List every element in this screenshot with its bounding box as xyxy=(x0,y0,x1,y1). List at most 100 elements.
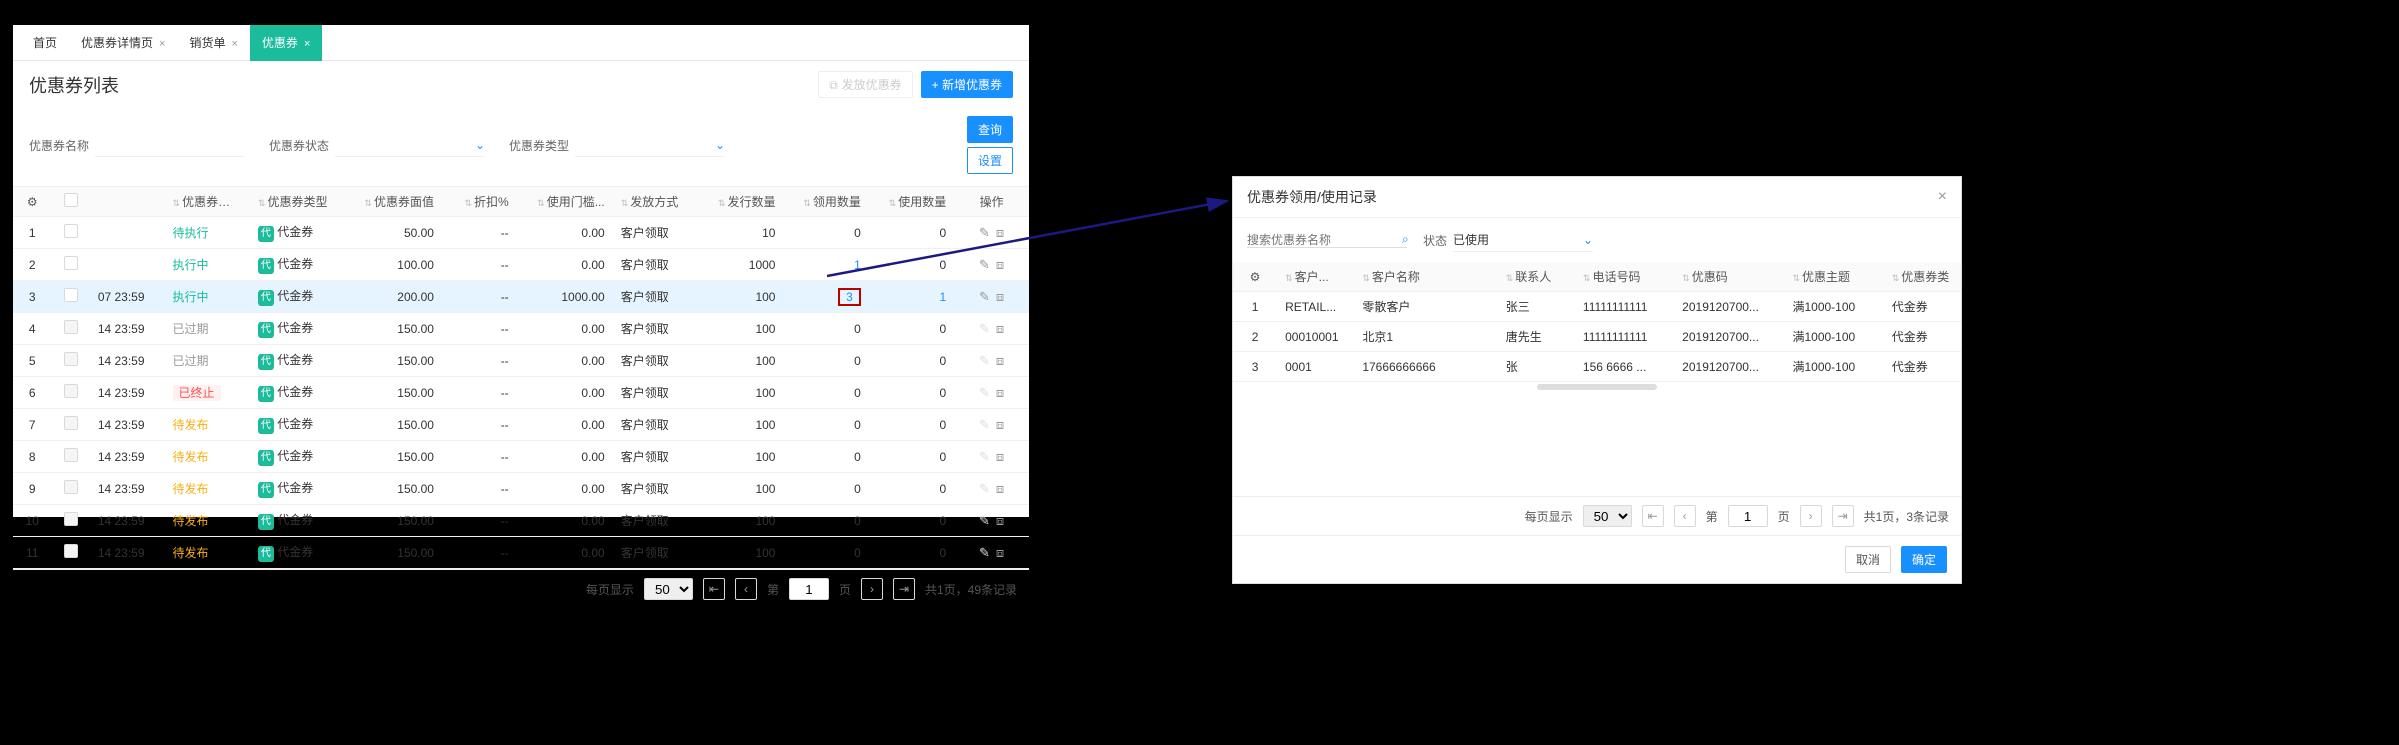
table-row[interactable]: 514 23:59已过期代 代金券150.00--0.00客户领取10000✎⧈ xyxy=(13,345,1029,377)
claim-qty-link[interactable]: 1 xyxy=(854,258,861,272)
col-type[interactable]: ⇅优惠券类型 xyxy=(250,187,346,217)
modal-search-input[interactable] xyxy=(1247,233,1402,247)
col-contact[interactable]: ⇅联系人 xyxy=(1498,262,1575,292)
table-row[interactable]: 614 23:59已终止代 代金券150.00--0.00客户领取10000✎⧈ xyxy=(13,377,1029,409)
col-cust-name[interactable]: ⇅客户名称 xyxy=(1354,262,1497,292)
col-threshold[interactable]: ⇅使用门槛... xyxy=(517,187,613,217)
last-page-button[interactable]: ⇥ xyxy=(1832,505,1854,527)
settings-button[interactable]: 设置 xyxy=(967,147,1013,174)
qrcode-icon[interactable]: ⧈ xyxy=(996,353,1004,368)
table-row[interactable]: 1014 23:59待发布代 代金券150.00--0.00客户领取10000✎… xyxy=(13,505,1029,537)
qrcode-icon[interactable]: ⧈ xyxy=(996,257,1004,272)
qrcode-icon[interactable]: ⧈ xyxy=(996,513,1004,528)
col-code[interactable]: ⇅优惠码 xyxy=(1674,262,1784,292)
add-coupon-button[interactable]: + 新增优惠券 xyxy=(921,71,1013,98)
table-row[interactable]: 2执行中代 代金券100.00--0.00客户领取100010✎⧈ xyxy=(13,249,1029,281)
col-phone[interactable]: ⇅电话号码 xyxy=(1575,262,1674,292)
search-icon[interactable]: ⌕ xyxy=(1402,232,1409,247)
close-icon[interactable]: × xyxy=(159,38,165,50)
qrcode-icon[interactable]: ⧈ xyxy=(996,481,1004,496)
col-status[interactable]: ⇅优惠券状态 xyxy=(165,187,250,217)
close-icon[interactable]: × xyxy=(304,38,310,50)
claim-qty-link[interactable]: 3 xyxy=(838,288,861,306)
tab-coupon-detail[interactable]: 优惠券详情页× xyxy=(69,25,177,61)
qrcode-icon[interactable]: ⧈ xyxy=(996,449,1004,464)
table-row[interactable]: 307 23:59执行中代 代金券200.00--1000.00客户领取1003… xyxy=(13,281,1029,313)
threshold-cell: 0.00 xyxy=(517,505,613,537)
row-checkbox-cell[interactable] xyxy=(51,473,89,505)
col-issue-qty[interactable]: ⇅发行数量 xyxy=(698,187,783,217)
row-checkbox-cell[interactable] xyxy=(51,345,89,377)
table-row[interactable]: 714 23:59待发布代 代金券150.00--0.00客户领取10000✎⧈ xyxy=(13,409,1029,441)
row-checkbox-cell[interactable] xyxy=(51,281,89,313)
col-method[interactable]: ⇅发放方式 xyxy=(613,187,698,217)
per-page-select[interactable]: 50 xyxy=(644,578,693,600)
tab-sales-order[interactable]: 销货单× xyxy=(177,25,249,61)
col-face-value[interactable]: ⇅优惠券面值 xyxy=(346,187,442,217)
coupon-type-select[interactable]: ⌄ xyxy=(575,133,725,157)
col-claim-qty[interactable]: ⇅领用数量 xyxy=(783,187,868,217)
use-qty-link[interactable]: 1 xyxy=(940,290,947,304)
prev-page-button[interactable]: ‹ xyxy=(735,578,757,600)
row-checkbox-cell[interactable] xyxy=(51,409,89,441)
gear-column-header[interactable]: ⚙ xyxy=(13,187,51,217)
qrcode-icon[interactable]: ⧈ xyxy=(996,545,1004,560)
table-row[interactable]: 814 23:59待发布代 代金券150.00--0.00客户领取10000✎⧈ xyxy=(13,441,1029,473)
qrcode-icon[interactable]: ⧈ xyxy=(996,417,1004,432)
distribute-coupon-button[interactable]: ⧉发放优惠券 xyxy=(818,71,913,98)
modal-status-select[interactable]: 已使用 ⌄ xyxy=(1453,228,1593,252)
ok-button[interactable]: 确定 xyxy=(1901,546,1947,573)
next-page-button[interactable]: › xyxy=(861,578,883,600)
col-time[interactable] xyxy=(90,187,165,217)
query-button[interactable]: 查询 xyxy=(967,116,1013,143)
coupon-status-select[interactable]: ⌄ xyxy=(335,133,485,157)
page-input[interactable] xyxy=(789,578,829,600)
qrcode-icon[interactable]: ⧈ xyxy=(996,321,1004,336)
qrcode-icon[interactable]: ⧈ xyxy=(996,385,1004,400)
claim-qty-cell: 0 xyxy=(783,313,868,345)
table-row[interactable]: 1RETAIL...零散客户张三111111111112019120700...… xyxy=(1233,292,1961,322)
modal-page-input[interactable] xyxy=(1728,505,1768,527)
cancel-button[interactable]: 取消 xyxy=(1845,546,1891,573)
first-page-button[interactable]: ⇤ xyxy=(1642,505,1664,527)
horizontal-scrollbar[interactable] xyxy=(1537,384,1657,390)
modal-per-page-select[interactable]: 50 xyxy=(1583,505,1632,527)
col-type[interactable]: ⇅优惠券类 xyxy=(1884,262,1961,292)
edit-icon[interactable]: ✎ xyxy=(979,257,990,272)
last-page-button[interactable]: ⇥ xyxy=(893,578,915,600)
row-checkbox-cell[interactable] xyxy=(51,441,89,473)
row-checkbox-cell[interactable] xyxy=(51,377,89,409)
gear-column-header[interactable]: ⚙ xyxy=(1233,262,1277,292)
qrcode-icon[interactable]: ⧈ xyxy=(996,225,1004,240)
row-checkbox-cell[interactable] xyxy=(51,249,89,281)
row-checkbox-cell[interactable] xyxy=(51,505,89,537)
threshold-cell: 0.00 xyxy=(517,473,613,505)
page-header: 优惠券列表 ⧉发放优惠券 + 新增优惠券 xyxy=(13,61,1029,108)
row-checkbox-cell[interactable] xyxy=(51,537,89,569)
table-row[interactable]: 1114 23:59待发布代 代金券150.00--0.00客户领取10000✎… xyxy=(13,537,1029,569)
table-row[interactable]: 414 23:59已过期代 代金券150.00--0.00客户领取10000✎⧈ xyxy=(13,313,1029,345)
edit-icon[interactable]: ✎ xyxy=(979,289,990,304)
row-checkbox-cell[interactable] xyxy=(51,217,89,249)
modal-close-button[interactable]: × xyxy=(1938,188,1947,206)
table-row[interactable]: 3000117666666666张156 6666 ...2019120700.… xyxy=(1233,352,1961,382)
qrcode-icon[interactable]: ⧈ xyxy=(996,289,1004,304)
prev-page-button[interactable]: ‹ xyxy=(1674,505,1696,527)
select-all-header[interactable] xyxy=(51,187,89,217)
col-subject[interactable]: ⇅优惠主题 xyxy=(1784,262,1883,292)
col-cust-no[interactable]: ⇅客户... xyxy=(1277,262,1354,292)
col-use-qty[interactable]: ⇅使用数量 xyxy=(869,187,954,217)
tab-coupon[interactable]: 优惠券× xyxy=(250,25,322,61)
edit-icon[interactable]: ✎ xyxy=(979,225,990,240)
tab-home[interactable]: 首页 xyxy=(21,25,69,61)
next-page-button[interactable]: › xyxy=(1800,505,1822,527)
first-page-button[interactable]: ⇤ xyxy=(703,578,725,600)
page-word: 页 xyxy=(839,581,851,598)
coupon-name-input[interactable] xyxy=(95,133,245,157)
col-discount[interactable]: ⇅折扣% xyxy=(442,187,517,217)
table-row[interactable]: 914 23:59待发布代 代金券150.00--0.00客户领取10000✎⧈ xyxy=(13,473,1029,505)
table-row[interactable]: 1待执行代 代金券50.00--0.00客户领取1000✎⧈ xyxy=(13,217,1029,249)
close-icon[interactable]: × xyxy=(231,38,237,50)
table-row[interactable]: 200010001北京1唐先生111111111112019120700...满… xyxy=(1233,322,1961,352)
row-checkbox-cell[interactable] xyxy=(51,313,89,345)
